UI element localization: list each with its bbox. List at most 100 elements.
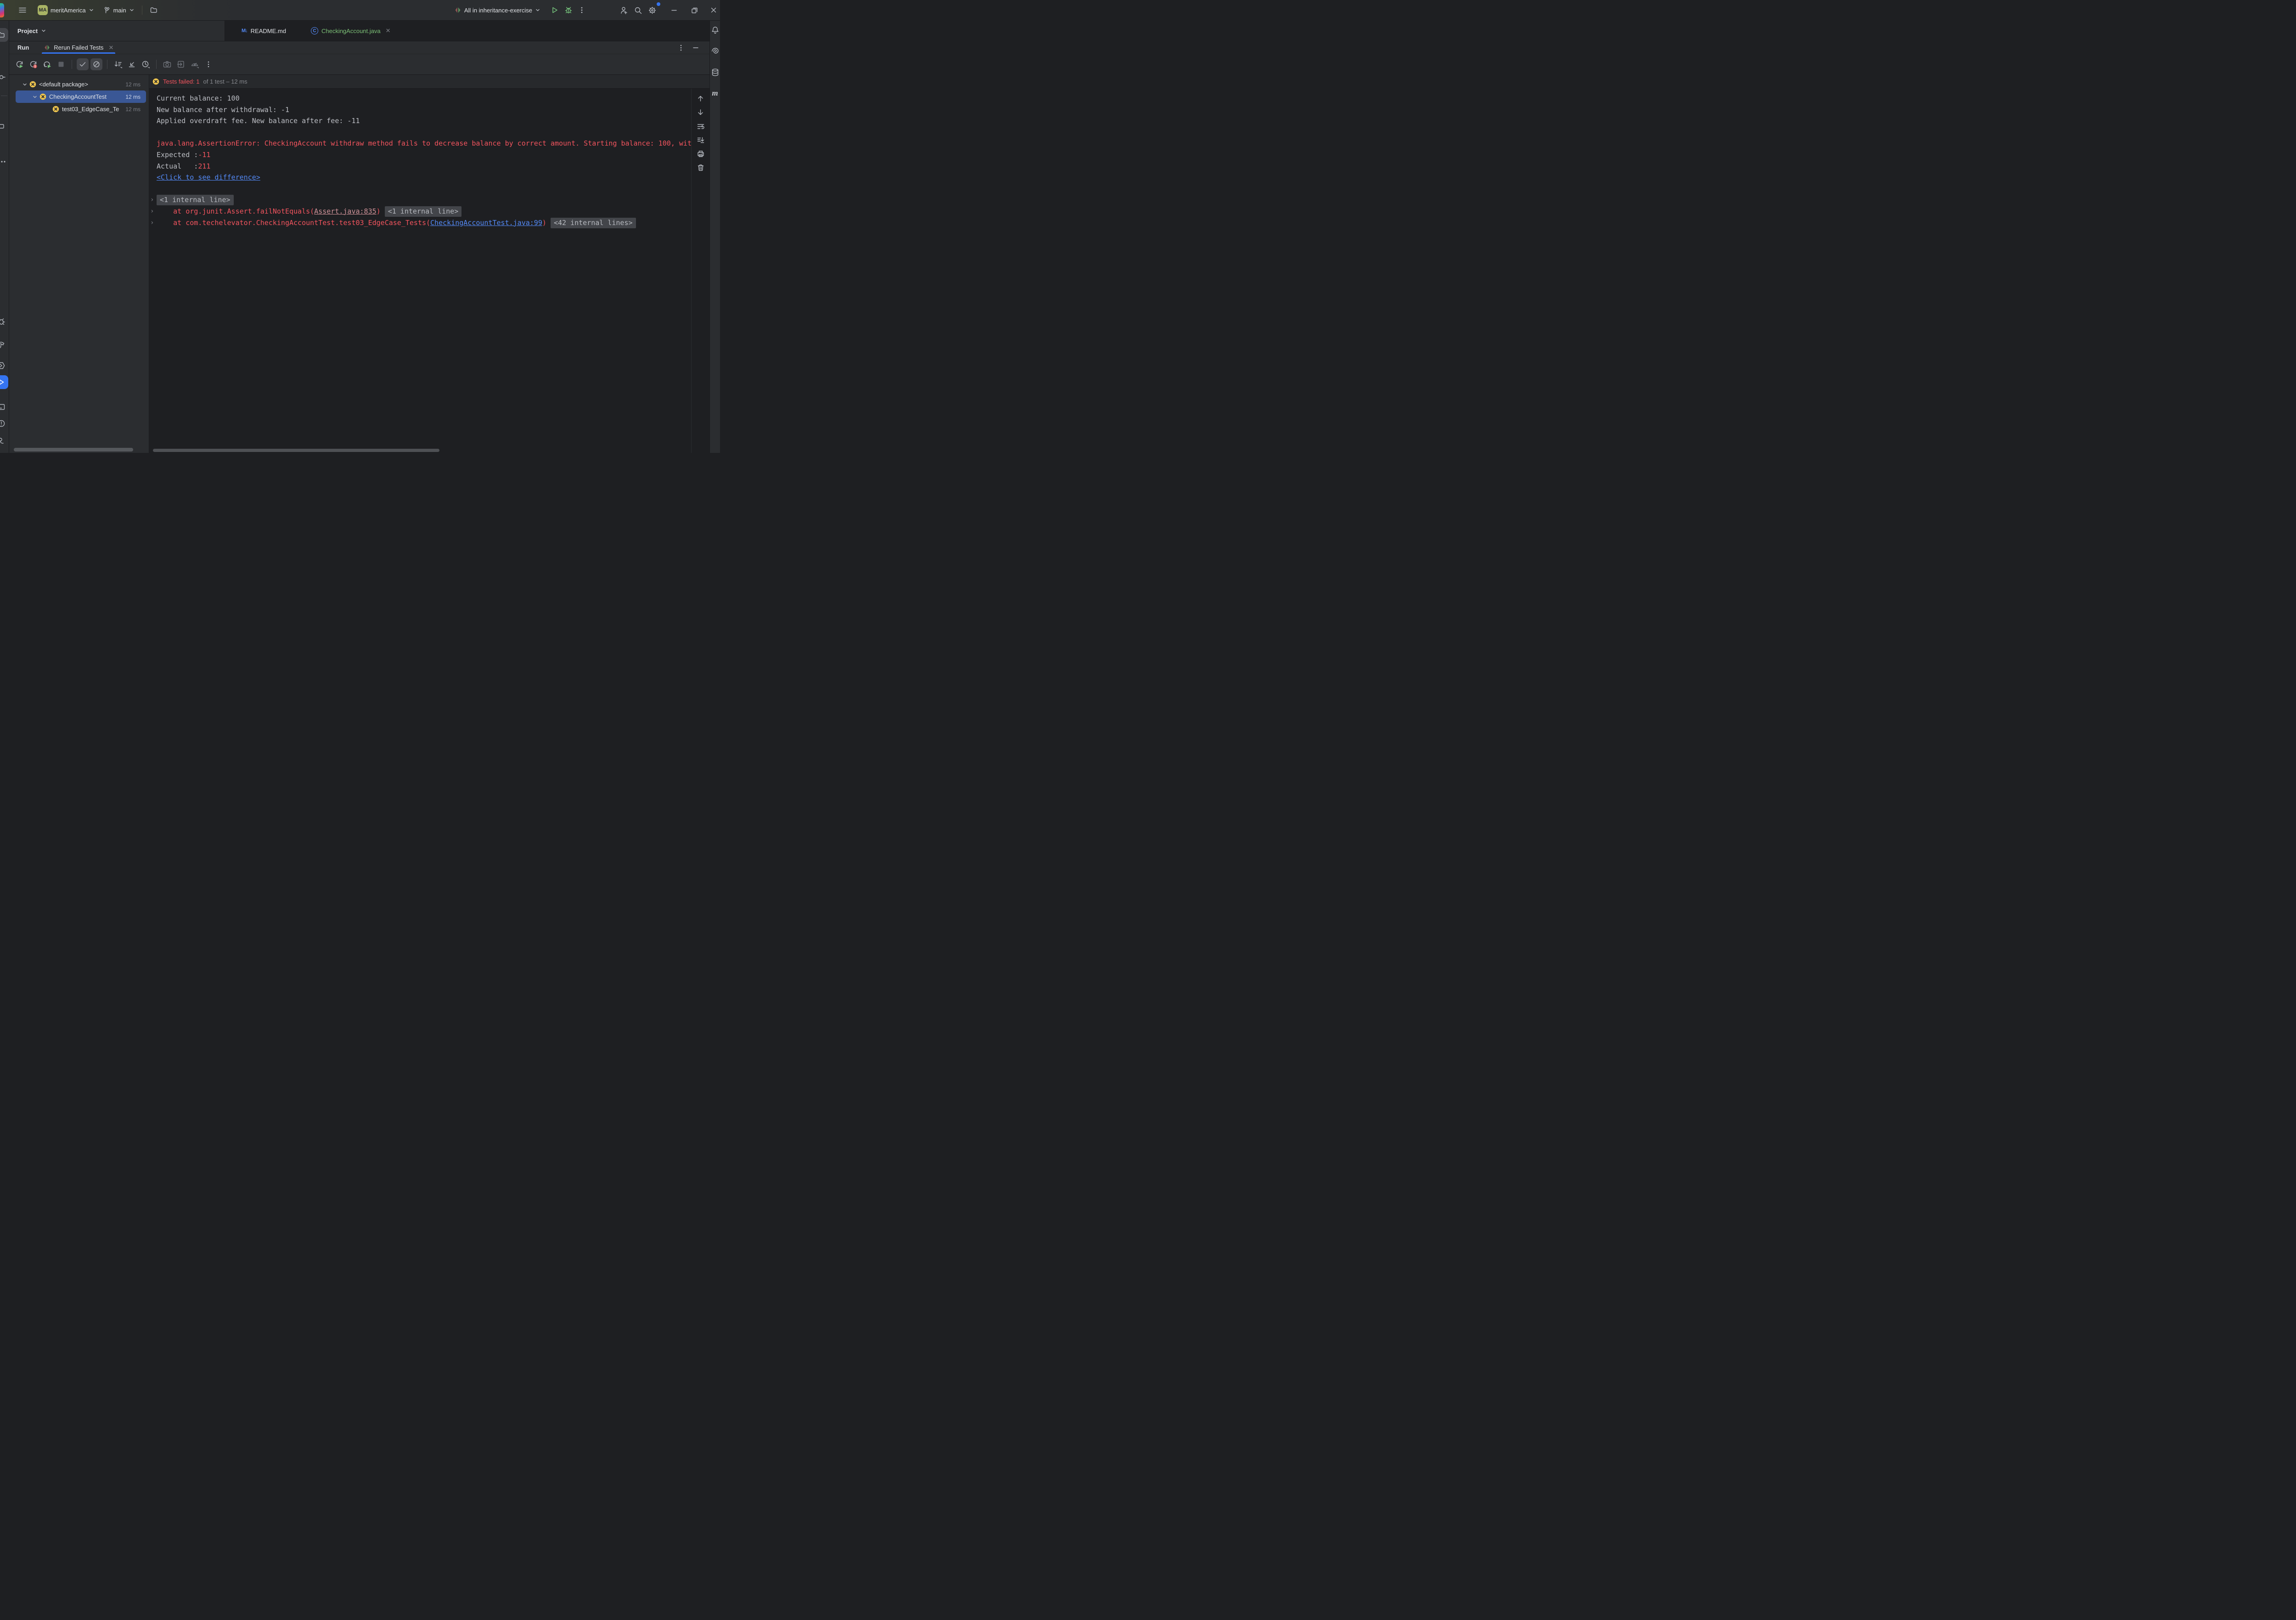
gear-icon xyxy=(648,6,657,15)
arrow-down-icon xyxy=(697,108,704,116)
hide-toolwindow-icon[interactable] xyxy=(692,44,699,51)
soft-wrap-button[interactable] xyxy=(696,122,705,130)
tab-close-icon[interactable]: ✕ xyxy=(386,27,391,34)
minimize-icon xyxy=(671,7,677,13)
assert-java-link[interactable]: Assert.java:835 xyxy=(314,207,376,215)
code-with-me-button[interactable] xyxy=(617,3,631,17)
clear-console-button[interactable] xyxy=(696,163,705,172)
commit-icon xyxy=(0,73,6,81)
run-header-more-icon[interactable] xyxy=(677,44,685,51)
toolbar-more-button[interactable] xyxy=(203,58,214,70)
stack-expand-chevron-icon[interactable]: › xyxy=(150,194,154,206)
run-play-icon xyxy=(0,378,5,386)
run-tab-rerun-failed-tests[interactable]: Rerun Failed Tests ✕ xyxy=(42,41,115,54)
next-occurrence-button[interactable] xyxy=(696,108,705,117)
stripe-more-button[interactable] xyxy=(0,155,8,169)
stripe-branches-button[interactable] xyxy=(0,434,8,448)
markdown-file-icon: M↓ xyxy=(242,28,248,34)
search-everywhere-button[interactable] xyxy=(631,3,645,17)
stack-expand-chevron-icon[interactable]: › xyxy=(150,206,154,217)
coverage-button[interactable] xyxy=(189,58,201,70)
stripe-build-button[interactable] xyxy=(0,338,8,351)
more-actions-button[interactable] xyxy=(575,3,588,17)
test-history-button[interactable] xyxy=(140,58,152,70)
console-segment-badge[interactable]: <1 internal line> xyxy=(385,206,462,217)
window-close-button[interactable] xyxy=(707,4,720,17)
see-difference-link[interactable]: <Click to see difference> xyxy=(157,173,260,181)
console-segment-error: java.lang.AssertionError: CheckingAccoun… xyxy=(157,139,696,147)
rerun-failed-tests-button[interactable] xyxy=(28,58,39,70)
tree-row-default-package[interactable]: <default package> 12 ms xyxy=(16,78,146,90)
tab-readme[interactable]: M↓ README.md xyxy=(235,21,293,41)
run-button[interactable] xyxy=(548,3,562,17)
console-horizontal-scrollbar[interactable] xyxy=(153,449,439,452)
show-passed-toggle[interactable] xyxy=(77,58,89,70)
trash-icon xyxy=(697,164,705,172)
print-button[interactable] xyxy=(696,149,705,158)
stripe-structure-button[interactable] xyxy=(0,119,8,133)
window-restore-button[interactable] xyxy=(688,4,701,17)
run-config-split-icon xyxy=(44,44,51,51)
run-play-icon xyxy=(551,6,559,14)
stripe-problems-button[interactable] xyxy=(0,417,8,430)
stripe-ai-assistant-button[interactable] xyxy=(710,46,720,56)
chevron-down-icon xyxy=(89,7,94,13)
console-segment-error: ) xyxy=(377,207,381,215)
window-minimize-button[interactable] xyxy=(668,4,681,17)
rerun-button[interactable] xyxy=(14,58,26,70)
scroll-to-end-button[interactable] xyxy=(696,135,705,144)
stop-button[interactable] xyxy=(55,58,67,70)
stack-expand-chevron-icon[interactable]: › xyxy=(150,217,154,229)
show-ignored-toggle[interactable] xyxy=(90,58,102,70)
test-failed-icon xyxy=(152,78,159,85)
status-detail-text: of 1 test – 12 ms xyxy=(203,78,248,85)
test-failed-icon xyxy=(29,81,36,88)
scroll-to-end-icon xyxy=(697,136,705,144)
snapshot-button[interactable] xyxy=(161,58,173,70)
java-class-icon: C xyxy=(311,27,318,34)
stripe-project-button[interactable] xyxy=(0,28,8,42)
vcs-branch-widget[interactable]: main xyxy=(101,3,137,17)
stripe-notifications-button[interactable] xyxy=(710,25,720,34)
run-configuration-selector[interactable]: All in inheritance-exercise xyxy=(451,3,543,17)
tree-node-label: test03_EdgeCase_Te xyxy=(62,106,119,113)
test-source-link[interactable]: CheckingAccountTest.java:99 xyxy=(430,219,542,227)
expand-chevron-icon[interactable] xyxy=(31,94,39,100)
tree-row-test03-edgecase[interactable]: test03_EdgeCase_Te 12 ms xyxy=(16,103,146,115)
stripe-terminal-button[interactable] xyxy=(0,400,8,414)
console-segment-error: ) xyxy=(542,219,546,227)
project-panel-header[interactable]: Project xyxy=(9,21,225,41)
services-icon xyxy=(0,361,6,370)
console-segment-badge[interactable]: <42 internal lines> xyxy=(551,218,636,228)
export-test-results-button[interactable] xyxy=(175,58,187,70)
settings-button[interactable] xyxy=(645,3,659,17)
previous-occurrence-button[interactable] xyxy=(696,94,705,103)
hamburger-icon xyxy=(18,6,27,14)
stripe-maven-button[interactable]: m xyxy=(710,89,720,98)
tree-row-checking-account-test[interactable]: CheckingAccountTest 12 ms xyxy=(16,90,146,103)
tree-node-label: CheckingAccountTest xyxy=(49,93,107,100)
expand-chevron-icon[interactable] xyxy=(21,82,28,87)
stripe-run-button[interactable] xyxy=(0,375,8,389)
stripe-commit-button[interactable] xyxy=(0,70,8,84)
console-output[interactable]: Current balance: 100New balance after wi… xyxy=(149,89,709,453)
import-test-results-button[interactable] xyxy=(126,58,138,70)
tree-horizontal-scrollbar[interactable] xyxy=(14,448,133,452)
main-menu-button[interactable] xyxy=(16,3,29,17)
console-segment-error: at com.techelevator.CheckingAccountTest.… xyxy=(157,219,430,227)
debug-button[interactable] xyxy=(562,3,575,17)
stripe-debug-button[interactable] xyxy=(0,315,8,328)
rerun-tests-button[interactable] xyxy=(41,58,53,70)
stripe-database-button[interactable] xyxy=(710,68,720,77)
sort-tests-button[interactable] xyxy=(112,58,124,70)
stripe-services-button[interactable] xyxy=(0,359,8,373)
open-folder-button[interactable] xyxy=(147,3,161,17)
project-widget[interactable]: MA meritAmerica xyxy=(35,3,97,17)
run-toolwindow-title: Run xyxy=(17,44,29,51)
tab-checking-account[interactable]: C CheckingAccount.java ✕ xyxy=(304,21,397,41)
console-segment-error: at org.junit.Assert.failNotEquals( xyxy=(157,207,314,215)
debug-bug-icon xyxy=(564,6,573,14)
console-line: ›<1 internal line> xyxy=(157,194,709,206)
console-segment-badge[interactable]: <1 internal line> xyxy=(157,195,234,205)
run-tab-close-icon[interactable]: ✕ xyxy=(108,44,113,51)
